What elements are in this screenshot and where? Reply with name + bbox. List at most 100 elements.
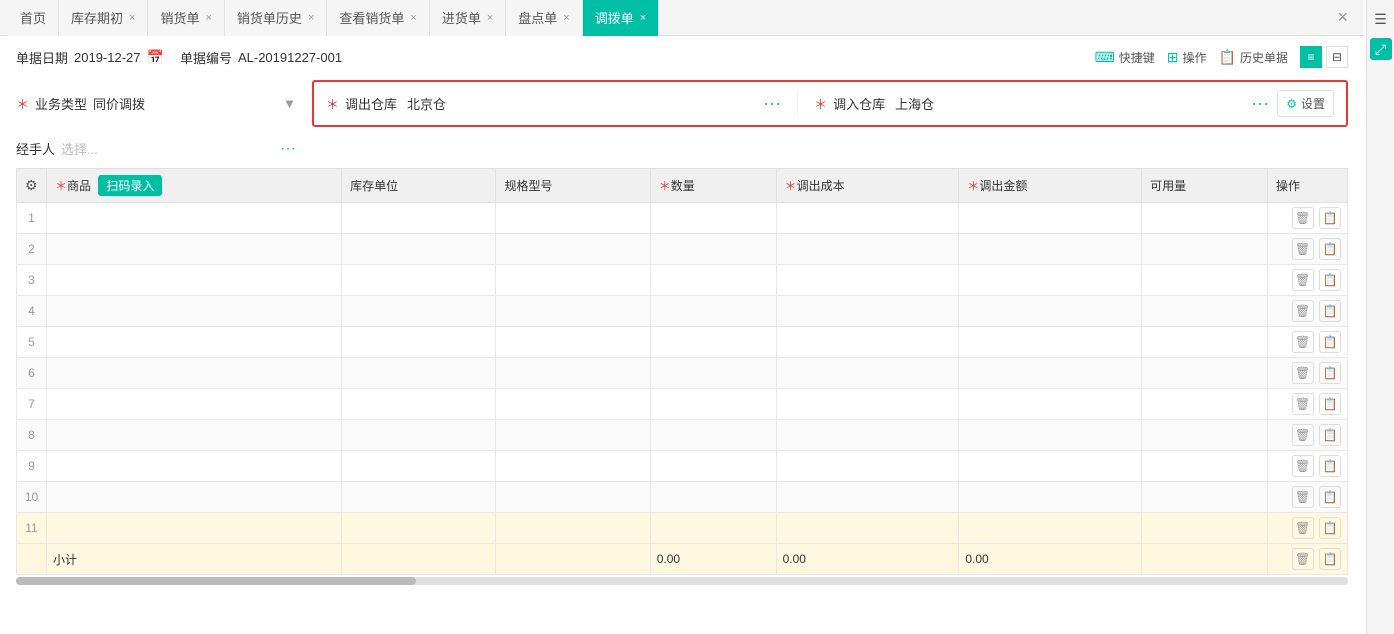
tab-close-inventory-init[interactable]: × <box>129 12 135 24</box>
tab-transfer-order[interactable]: 调拨单 × <box>583 0 659 36</box>
delete-row-btn[interactable]: 🗑 <box>1292 517 1314 539</box>
warehouse-out-value[interactable]: 北京仓 <box>407 94 446 113</box>
calendar-icon[interactable]: 📅 <box>147 49 164 66</box>
copy-row-btn[interactable]: 📋 <box>1319 455 1341 477</box>
settings-button[interactable]: ⚙ 设置 <box>1277 90 1334 117</box>
business-dropdown-icon[interactable]: ▼ <box>283 96 296 111</box>
person-more[interactable]: ··· <box>280 140 296 158</box>
gear-icon: ⚙ <box>1286 97 1297 111</box>
table-row: 5 🗑 📋 <box>17 327 1348 358</box>
col-spec: 规格型号 <box>496 169 650 203</box>
delete-row-btn[interactable]: 🗑 <box>1292 486 1314 508</box>
tab-close-inventory-count[interactable]: × <box>563 12 569 24</box>
delete-row-btn[interactable]: 🗑 <box>1292 300 1314 322</box>
delete-row-btn[interactable]: 🗑 <box>1292 207 1314 229</box>
copy-row-btn[interactable]: 📋 <box>1319 207 1341 229</box>
table-row: 7 🗑 📋 <box>17 389 1348 420</box>
col-gear: ⚙ <box>17 169 47 203</box>
copy-row-btn[interactable]: 📋 <box>1319 486 1341 508</box>
col-product: ＊商品 扫码录入 <box>47 169 342 203</box>
main-content: 单据日期 2019-12-27 📅 单据编号 AL-20191227-001 ⌨… <box>0 36 1364 595</box>
copy-row-btn[interactable]: 📋 <box>1319 269 1341 291</box>
warehouse-out-more[interactable]: ··· <box>763 93 781 114</box>
tab-inventory-count[interactable]: 盘点单 × <box>506 0 582 36</box>
window-close-button[interactable]: × <box>1329 7 1356 28</box>
table-container: ⚙ ＊商品 扫码录入 库存单位 规格型号 ＊数量 ＊调出成本 ＊调出金额 可用量… <box>16 168 1348 585</box>
tab-view-sales[interactable]: 查看销货单 × <box>327 0 429 36</box>
tab-close-view-sales[interactable]: × <box>410 12 416 24</box>
history-button[interactable]: 📋 历史单据 <box>1219 49 1288 66</box>
tab-home[interactable]: 首页 <box>8 0 59 36</box>
row-num: 9 <box>17 451 47 482</box>
tab-inventory-init[interactable]: 库存期初 × <box>59 0 148 36</box>
subtotal-row: 小计 0.00 0.00 0.00 🗑 📋 <box>17 544 1348 575</box>
subtotal-cost: 0.00 <box>776 544 959 575</box>
delete-row-btn[interactable]: 🗑 <box>1292 424 1314 446</box>
tab-close-sales-history[interactable]: × <box>308 12 314 24</box>
copy-row-btn[interactable]: 📋 <box>1319 362 1341 384</box>
copy-row-btn[interactable]: 📋 <box>1319 331 1341 353</box>
operation-button[interactable]: ⊞ 操作 <box>1167 49 1207 66</box>
scan-button[interactable]: 扫码录入 <box>98 175 162 196</box>
tab-close-purchase-order[interactable]: × <box>487 12 493 24</box>
tab-close-sales-order[interactable]: × <box>205 12 211 24</box>
warehouse-in-required: ＊ <box>814 94 827 113</box>
copy-row-btn[interactable]: 📋 <box>1319 517 1341 539</box>
header-row: 单据日期 2019-12-27 📅 单据编号 AL-20191227-001 ⌨… <box>16 46 1348 68</box>
table-row: 6 🗑 📋 <box>17 358 1348 389</box>
person-placeholder[interactable]: 选择... <box>61 139 98 158</box>
layout-list-button[interactable]: ≡ <box>1300 46 1322 68</box>
warehouse-in-label: 调入仓库 <box>833 94 885 113</box>
delete-row-btn[interactable]: 🗑 <box>1292 269 1314 291</box>
tab-sales-history[interactable]: 销货单历史 × <box>225 0 327 36</box>
copy-row-btn[interactable]: 📋 <box>1319 393 1341 415</box>
tab-purchase-order[interactable]: 进货单 × <box>430 0 506 36</box>
row-num: 10 <box>17 482 47 513</box>
sidebar-expand-icon[interactable]: ⤢ <box>1370 38 1392 60</box>
right-sidebar: ☰ ⤢ <box>1366 0 1394 634</box>
table-row: 2 🗑 📋 <box>17 234 1348 265</box>
copy-row-btn[interactable]: 📋 <box>1319 300 1341 322</box>
copy-row-btn[interactable]: 📋 <box>1319 238 1341 260</box>
delete-row-btn[interactable]: 🗑 <box>1292 331 1314 353</box>
table-gear-button[interactable]: ⚙ <box>25 177 38 194</box>
row-num: 7 <box>17 389 47 420</box>
row-num: 8 <box>17 420 47 451</box>
delete-row-btn[interactable]: 🗑 <box>1292 455 1314 477</box>
table-header-row: ⚙ ＊商品 扫码录入 库存单位 规格型号 ＊数量 ＊调出成本 ＊调出金额 可用量… <box>17 169 1348 203</box>
warehouse-in-more[interactable]: ··· <box>1251 93 1269 114</box>
delete-row-btn[interactable]: 🗑 <box>1292 362 1314 384</box>
subtotal-delete-btn[interactable]: 🗑 <box>1292 548 1314 570</box>
business-required-mark: ＊ <box>16 94 29 113</box>
business-value[interactable]: 同价调拨 <box>93 94 277 113</box>
date-value: 2019-12-27 <box>74 50 141 65</box>
col-qty: ＊数量 <box>650 169 776 203</box>
table-row: 9 🗑 📋 <box>17 451 1348 482</box>
shortcut-button[interactable]: ⌨ 快捷键 <box>1095 49 1155 66</box>
subtotal-qty: 0.00 <box>650 544 776 575</box>
delete-row-btn[interactable]: 🗑 <box>1292 238 1314 260</box>
horizontal-scrollbar[interactable] <box>16 577 1348 585</box>
row-num: 3 <box>17 265 47 296</box>
tab-close-transfer-order[interactable]: × <box>640 12 646 24</box>
warehouse-divider <box>797 92 798 116</box>
delete-row-btn[interactable]: 🗑 <box>1292 393 1314 415</box>
sidebar-list-icon[interactable]: ☰ <box>1370 8 1392 30</box>
col-ops: 操作 <box>1268 169 1348 203</box>
form-row-2: 经手人 选择... ··· <box>16 135 1348 158</box>
warehouse-in-field: ＊ 调入仓库 上海仓 <box>814 94 1243 113</box>
form-section: ＊ 业务类型 同价调拨 ▼ ＊ 调出仓库 北京仓 ··· ＊ <box>16 80 1348 158</box>
col-available: 可用量 <box>1142 169 1268 203</box>
operation-icon: ⊞ <box>1167 49 1179 66</box>
subtotal-copy-btn[interactable]: 📋 <box>1319 548 1341 570</box>
row-num: 2 <box>17 234 47 265</box>
scroll-thumb[interactable] <box>16 577 416 585</box>
row-num: 4 <box>17 296 47 327</box>
warehouse-in-value[interactable]: 上海仓 <box>895 94 934 113</box>
copy-row-btn[interactable]: 📋 <box>1319 424 1341 446</box>
business-type-field: ＊ 业务类型 同价调拨 ▼ <box>16 94 296 113</box>
col-unit: 库存单位 <box>342 169 496 203</box>
form-row-1: ＊ 业务类型 同价调拨 ▼ ＊ 调出仓库 北京仓 ··· ＊ <box>16 80 1348 127</box>
layout-grid-button[interactable]: ⊟ <box>1326 46 1348 68</box>
tab-sales-order[interactable]: 销货单 × <box>148 0 224 36</box>
